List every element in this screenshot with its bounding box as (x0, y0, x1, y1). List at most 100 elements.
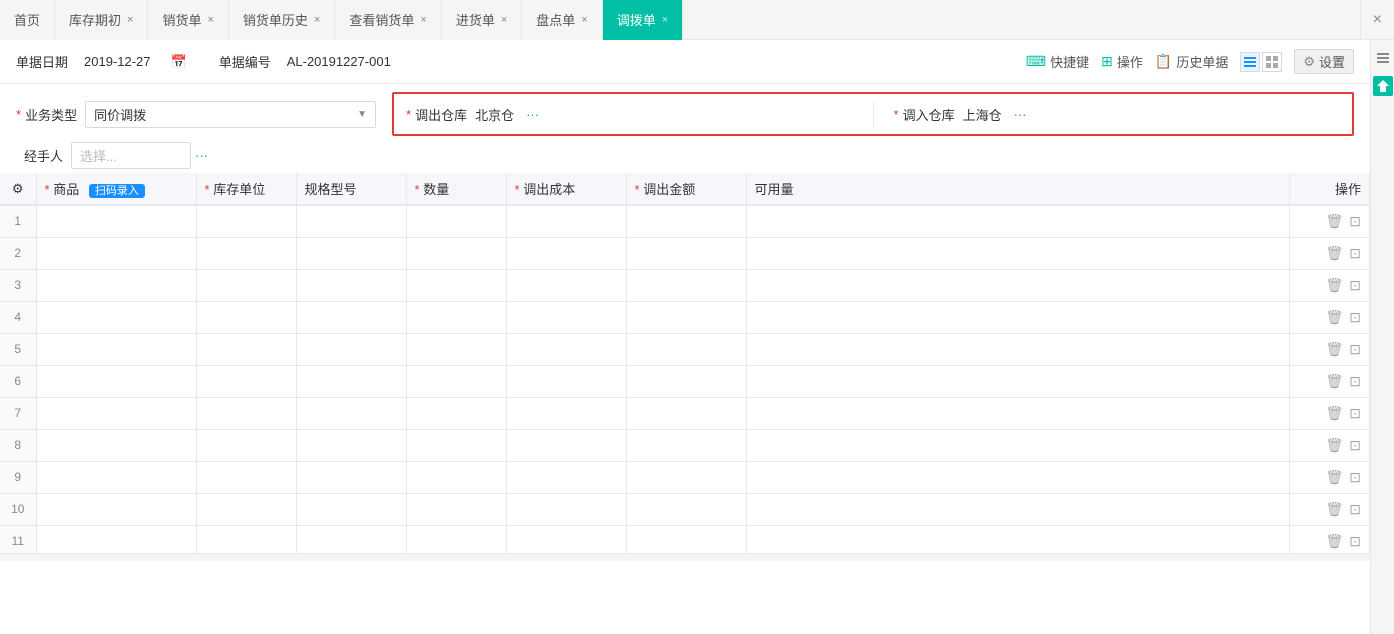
table-row: 4🗑⊡ (0, 301, 1370, 333)
sidebar-export-button[interactable] (1373, 76, 1393, 96)
operator-more[interactable]: ··· (195, 148, 208, 163)
delete-icon[interactable]: 🗑 (1325, 277, 1343, 293)
gear-settings-icon[interactable]: ⚙ (12, 181, 24, 196)
copy-icon[interactable]: ⊡ (1349, 245, 1361, 261)
toolbar: 单据日期 2019-12-27 📅 单据编号 AL-20191227-001 ⌨… (0, 40, 1370, 84)
table-container: ⚙ * 商品 扫码录入 * 库存单位 规格型号 * (0, 173, 1370, 553)
in-warehouse-more[interactable]: ··· (1014, 107, 1027, 122)
layout-expand-icon (1265, 55, 1279, 69)
copy-icon[interactable]: ⊡ (1349, 213, 1361, 229)
table-row: 3🗑⊡ (0, 269, 1370, 301)
in-warehouse-field: * 调入仓库 上海仓 ··· (894, 105, 1341, 124)
tab-purchase[interactable]: 进货单 × (442, 0, 522, 40)
copy-icon[interactable]: ⊡ (1349, 501, 1361, 517)
layout-compact-button[interactable] (1240, 52, 1260, 72)
out-warehouse-value[interactable]: 北京仓 (475, 105, 514, 124)
gear-icon: ⚙ (1303, 54, 1315, 70)
tab-stocktake[interactable]: 盘点单 × (522, 0, 602, 40)
copy-icon[interactable]: ⊡ (1349, 373, 1361, 389)
copy-icon[interactable]: ⊡ (1349, 533, 1361, 549)
warehouse-box: * 调出仓库 北京仓 ··· * 调入仓库 上海仓 ··· (392, 92, 1354, 136)
required-star-out: * (406, 107, 411, 122)
tab-sales-order[interactable]: 销货单 × (148, 0, 228, 40)
copy-icon[interactable]: ⊡ (1349, 341, 1361, 357)
tab-close-view-sales[interactable]: × (420, 14, 426, 26)
delete-icon[interactable]: 🗑 (1325, 405, 1343, 421)
table-row: 8🗑⊡ (0, 429, 1370, 461)
table-row: 2🗑⊡ (0, 237, 1370, 269)
th-unit: * 库存单位 (196, 173, 296, 205)
required-star-unit: * (205, 182, 210, 197)
tab-close-purchase[interactable]: × (501, 14, 507, 26)
copy-icon[interactable]: ⊡ (1349, 277, 1361, 293)
delete-icon[interactable]: 🗑 (1325, 469, 1343, 485)
tab-close-inventory-init[interactable]: × (127, 14, 133, 26)
tab-close-sales-history[interactable]: × (314, 14, 320, 26)
table-body: 1🗑⊡ 2🗑⊡ 3🗑⊡ 4🗑⊡ 5🗑⊡ 6🗑⊡ 7🗑⊡ 8🗑⊡ 9🗑⊡ 10🗑⊡… (0, 205, 1370, 553)
operator-select[interactable]: 选择... (71, 142, 191, 169)
form-area: * 业务类型 同价调拨 ▼ * 调出仓库 北京仓 ··· (0, 84, 1370, 173)
business-type-field: * 业务类型 同价调拨 ▼ (16, 101, 376, 128)
table-row: 9🗑⊡ (0, 461, 1370, 493)
tab-close-sales-order[interactable]: × (207, 14, 213, 26)
window-close-button[interactable]: × (1360, 0, 1394, 40)
in-warehouse-value[interactable]: 上海仓 (963, 105, 1002, 124)
list-icon (1376, 51, 1390, 65)
operations-button[interactable]: ⊞ 操作 (1101, 52, 1143, 71)
delete-icon[interactable]: 🗑 (1325, 309, 1343, 325)
dropdown-arrow-business: ▼ (357, 109, 367, 120)
sidebar-list-button[interactable] (1373, 48, 1393, 68)
tab-inventory-init[interactable]: 库存期初 × (55, 0, 148, 40)
business-type-select[interactable]: 同价调拨 ▼ (85, 101, 376, 128)
copy-icon[interactable]: ⊡ (1349, 405, 1361, 421)
th-gear[interactable]: ⚙ (0, 173, 36, 205)
operator-placeholder: 选择... (80, 149, 117, 164)
operations-icon: ⊞ (1101, 53, 1113, 70)
required-star-qty: * (415, 182, 420, 197)
business-type-label: 业务类型 (25, 105, 77, 124)
copy-icon[interactable]: ⊡ (1349, 437, 1361, 453)
th-qty: * 数量 (406, 173, 506, 205)
delete-icon[interactable]: 🗑 (1325, 437, 1343, 453)
delete-icon[interactable]: 🗑 (1325, 213, 1343, 229)
table-row: 11🗑⊡ (0, 525, 1370, 553)
table-row: 10🗑⊡ (0, 493, 1370, 525)
settings-button[interactable]: ⚙ 设置 (1294, 49, 1354, 74)
export-icon (1376, 79, 1390, 93)
form-row-1: * 业务类型 同价调拨 ▼ * 调出仓库 北京仓 ··· (16, 92, 1354, 136)
quick-key-button[interactable]: ⌨ 快捷键 (1026, 52, 1089, 71)
scan-button[interactable]: 扫码录入 (89, 184, 145, 198)
tab-home[interactable]: 首页 (0, 0, 55, 40)
date-value[interactable]: 2019-12-27 (84, 54, 151, 69)
right-sidebar (1370, 40, 1394, 634)
horizontal-scrollbar[interactable] (0, 553, 1370, 561)
history-button[interactable]: 📋 历史单据 (1155, 52, 1228, 71)
tab-transfer[interactable]: 调拨单 × (603, 0, 683, 40)
table-row: 1🗑⊡ (0, 205, 1370, 237)
layout-expand-button[interactable] (1262, 52, 1282, 72)
out-warehouse-more[interactable]: ··· (526, 107, 539, 122)
business-type-value: 同价调拨 (94, 105, 146, 124)
tab-sales-history[interactable]: 销货单历史 × (229, 0, 335, 40)
calendar-icon[interactable]: 📅 (171, 54, 187, 70)
copy-icon[interactable]: ⊡ (1349, 309, 1361, 325)
delete-icon[interactable]: 🗑 (1325, 373, 1343, 389)
tab-close-stocktake[interactable]: × (581, 14, 587, 26)
tab-view-sales[interactable]: 查看销货单 × (335, 0, 441, 40)
delete-icon[interactable]: 🗑 (1325, 341, 1343, 357)
copy-icon[interactable]: ⊡ (1349, 469, 1361, 485)
toolbar-right: ⌨ 快捷键 ⊞ 操作 📋 历史单据 ⚙ 设置 (1026, 49, 1354, 74)
warehouse-divider (873, 102, 874, 126)
form-row-2: 经手人 选择... ··· (16, 142, 1354, 169)
number-label: 单据编号 (219, 52, 271, 71)
delete-icon[interactable]: 🗑 (1325, 501, 1343, 517)
th-spec: 规格型号 (296, 173, 406, 205)
out-warehouse-label: 调出仓库 (415, 105, 467, 124)
delete-icon[interactable]: 🗑 (1325, 533, 1343, 549)
required-star-business: * (16, 107, 21, 122)
tab-close-transfer[interactable]: × (662, 14, 668, 26)
date-label: 单据日期 (16, 52, 68, 71)
required-star-in: * (894, 107, 899, 122)
in-warehouse-label: 调入仓库 (903, 105, 955, 124)
delete-icon[interactable]: 🗑 (1325, 245, 1343, 261)
